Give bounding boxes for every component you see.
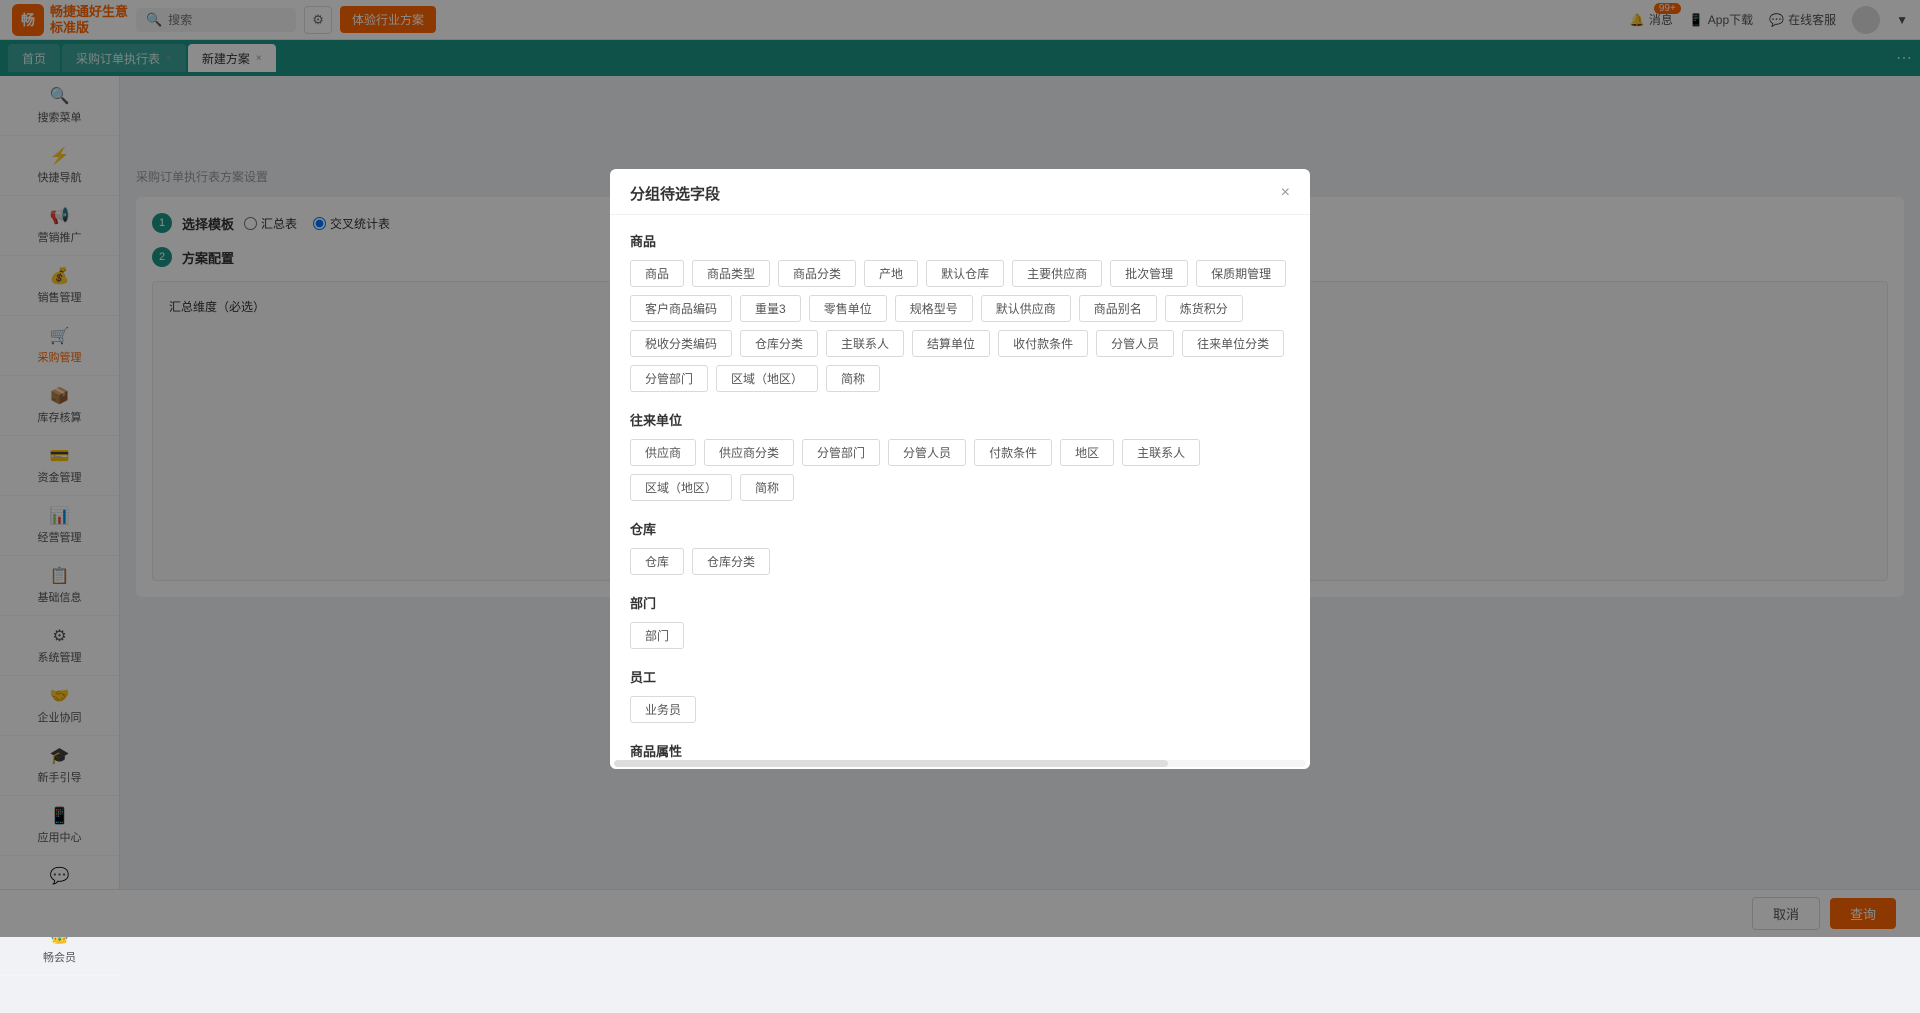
section-partner-title: 往来单位 xyxy=(630,410,1290,429)
field-tag[interactable]: 默认供应商 xyxy=(981,295,1071,322)
field-tag[interactable]: 业务员 xyxy=(630,696,696,723)
field-tag[interactable]: 部门 xyxy=(630,622,684,649)
field-tag[interactable]: 零售单位 xyxy=(809,295,887,322)
field-tag[interactable]: 主要供应商 xyxy=(1012,260,1102,287)
section-partner-fields: 供应商 供应商分类 分管部门 分管人员 付款条件 地区 主联系人 区域（地区） … xyxy=(630,439,1290,501)
field-tag[interactable]: 区域（地区） xyxy=(630,474,732,501)
section-partner: 往来单位 供应商 供应商分类 分管部门 分管人员 付款条件 地区 主联系人 区域… xyxy=(630,410,1290,501)
modal-scrollbar-h[interactable] xyxy=(614,760,1306,767)
modal-body: 商品 商品 商品类型 商品分类 产地 默认仓库 主要供应商 批次管理 保质期管理… xyxy=(610,215,1310,760)
modal-close-button[interactable]: × xyxy=(1281,184,1290,202)
section-attributes: 商品属性 属性 颜色 多规格 尺码 鞋码 1 xyxy=(630,741,1290,760)
section-goods: 商品 商品 商品类型 商品分类 产地 默认仓库 主要供应商 批次管理 保质期管理… xyxy=(630,231,1290,392)
section-department-title: 部门 xyxy=(630,593,1290,612)
field-tag[interactable]: 商品分类 xyxy=(778,260,856,287)
section-employee: 员工 业务员 xyxy=(630,667,1290,723)
field-tag[interactable]: 规格型号 xyxy=(895,295,973,322)
sidebar-item-member-label: 畅会员 xyxy=(43,949,76,965)
modal-scrollbar-thumb xyxy=(614,760,1168,767)
field-tag[interactable]: 保质期管理 xyxy=(1196,260,1286,287)
field-tag[interactable]: 税收分类编码 xyxy=(630,330,732,357)
field-tag[interactable]: 供应商分类 xyxy=(704,439,794,466)
field-tag[interactable]: 默认仓库 xyxy=(926,260,1004,287)
field-tag[interactable]: 付款条件 xyxy=(974,439,1052,466)
field-tag[interactable]: 地区 xyxy=(1060,439,1114,466)
field-tag[interactable]: 简称 xyxy=(740,474,794,501)
section-warehouse: 仓库 仓库 仓库分类 xyxy=(630,519,1290,575)
field-tag[interactable]: 商品类型 xyxy=(692,260,770,287)
field-tag[interactable]: 分管人员 xyxy=(1096,330,1174,357)
field-tag[interactable]: 重量3 xyxy=(740,295,801,322)
field-tag[interactable]: 仓库 xyxy=(630,548,684,575)
section-employee-title: 员工 xyxy=(630,667,1290,686)
section-department: 部门 部门 xyxy=(630,593,1290,649)
field-tag[interactable]: 往来单位分类 xyxy=(1182,330,1284,357)
modal-title: 分组待选字段 xyxy=(630,183,720,204)
field-tag[interactable]: 仓库分类 xyxy=(740,330,818,357)
field-tag[interactable]: 供应商 xyxy=(630,439,696,466)
field-tag[interactable]: 收付款条件 xyxy=(998,330,1088,357)
field-tag[interactable]: 分管部门 xyxy=(802,439,880,466)
field-tag[interactable]: 仓库分类 xyxy=(692,548,770,575)
section-goods-title: 商品 xyxy=(630,231,1290,250)
section-warehouse-fields: 仓库 仓库分类 xyxy=(630,548,1290,575)
field-tag[interactable]: 主联系人 xyxy=(1122,439,1200,466)
section-attributes-title: 商品属性 xyxy=(630,741,1290,760)
field-tag[interactable]: 产地 xyxy=(864,260,918,287)
section-warehouse-title: 仓库 xyxy=(630,519,1290,538)
field-tag[interactable]: 结算单位 xyxy=(912,330,990,357)
field-tag[interactable]: 分管人员 xyxy=(888,439,966,466)
section-goods-fields: 商品 商品类型 商品分类 产地 默认仓库 主要供应商 批次管理 保质期管理 客户… xyxy=(630,260,1290,392)
field-tag[interactable]: 批次管理 xyxy=(1110,260,1188,287)
section-employee-fields: 业务员 xyxy=(630,696,1290,723)
modal-overlay[interactable]: 分组待选字段 × 商品 商品 商品类型 商品分类 产地 默认仓库 主要供应商 批… xyxy=(0,0,1920,937)
section-department-fields: 部门 xyxy=(630,622,1290,649)
field-select-modal: 分组待选字段 × 商品 商品 商品类型 商品分类 产地 默认仓库 主要供应商 批… xyxy=(610,169,1310,769)
field-tag[interactable]: 分管部门 xyxy=(630,365,708,392)
field-tag[interactable]: 客户商品编码 xyxy=(630,295,732,322)
field-tag[interactable]: 炼货积分 xyxy=(1165,295,1243,322)
modal-header: 分组待选字段 × xyxy=(610,169,1310,215)
field-tag[interactable]: 简称 xyxy=(826,365,880,392)
field-tag[interactable]: 主联系人 xyxy=(826,330,904,357)
field-tag[interactable]: 区域（地区） xyxy=(716,365,818,392)
field-tag[interactable]: 商品 xyxy=(630,260,684,287)
field-tag[interactable]: 商品别名 xyxy=(1079,295,1157,322)
